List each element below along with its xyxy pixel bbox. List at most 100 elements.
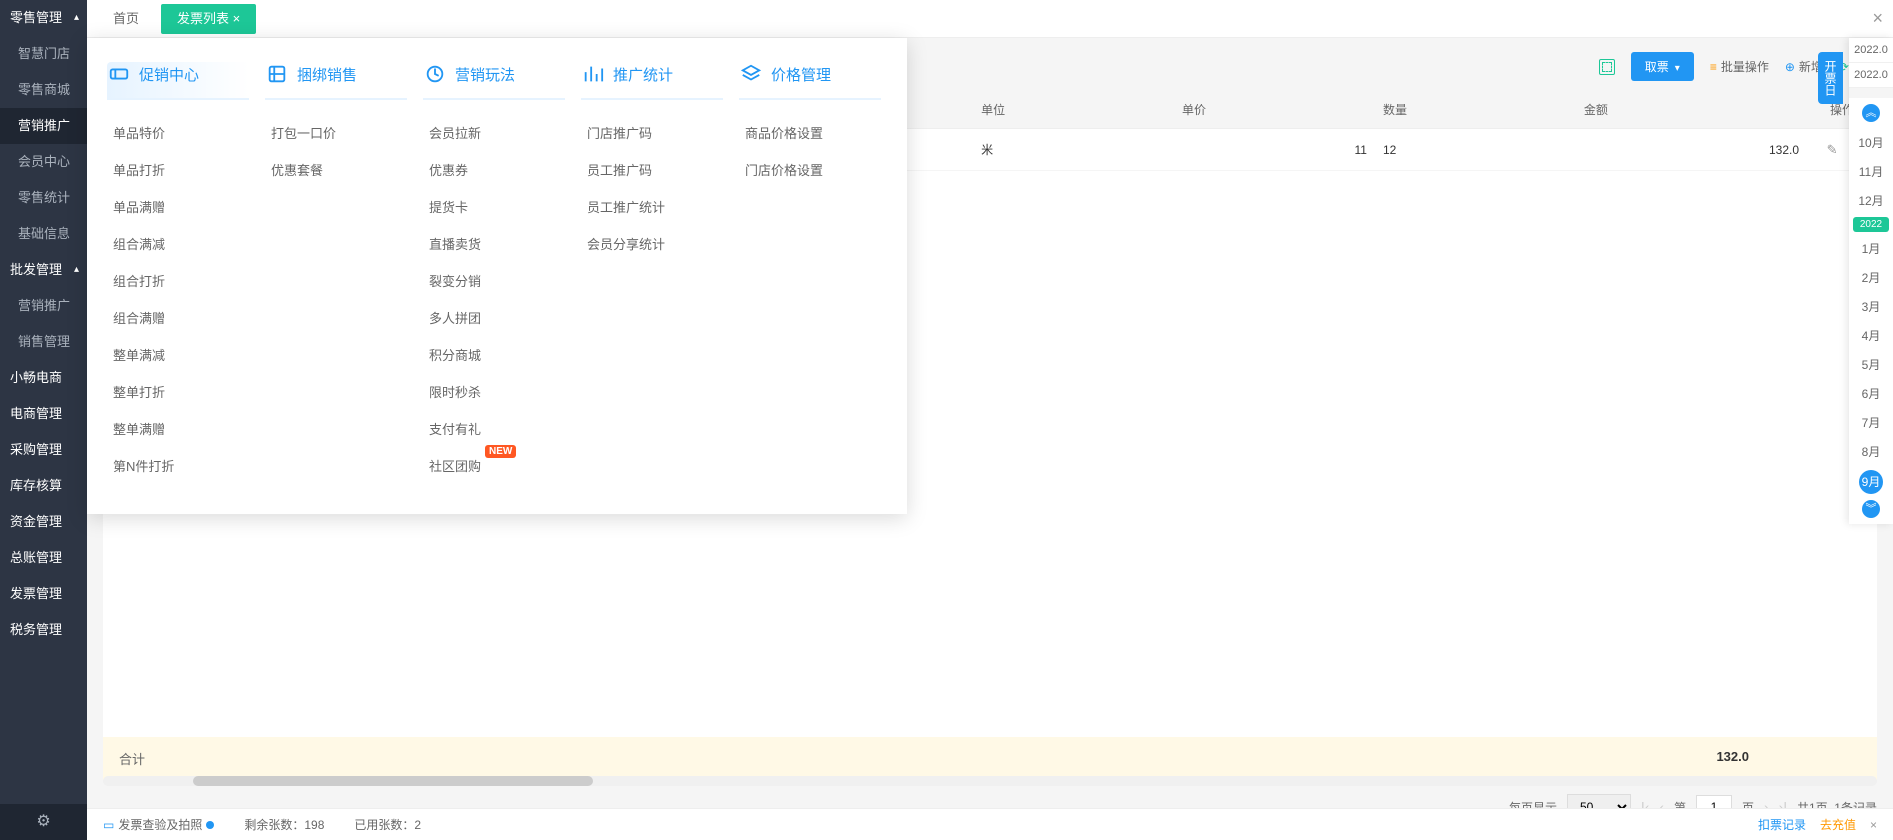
mega-item[interactable]: 组合满赠 xyxy=(107,299,265,336)
date-top-1[interactable]: 2022.0 xyxy=(1849,63,1893,88)
used-info: 已用张数：2 xyxy=(354,816,421,833)
col-price: 单价 xyxy=(1174,91,1375,129)
sidebar-item-member-center[interactable]: 会员中心 xyxy=(0,144,87,180)
mega-item[interactable]: 门店价格设置 xyxy=(739,151,897,188)
sidebar-item-basic-info[interactable]: 基础信息 xyxy=(0,216,87,252)
cell-price: 11 xyxy=(1174,129,1375,171)
month-6[interactable]: 6月 xyxy=(1849,379,1893,408)
month-4[interactable]: 4月 xyxy=(1849,321,1893,350)
mega-item[interactable]: 商品价格设置 xyxy=(739,114,897,151)
batch-button[interactable]: ≡批量操作 xyxy=(1710,58,1769,75)
mega-item[interactable]: 提货卡 xyxy=(423,188,581,225)
mega-item[interactable]: 裂变分销 xyxy=(423,262,581,299)
qr-icon[interactable] xyxy=(1599,59,1615,75)
deduct-log-link[interactable]: 扣票记录 xyxy=(1758,816,1806,833)
mega-item[interactable]: 直播卖货 xyxy=(423,225,581,262)
sidebar-group-inventory[interactable]: 库存核算 xyxy=(0,468,87,504)
mega-item[interactable]: 整单满赠 xyxy=(107,410,265,447)
mega-item[interactable]: 优惠券 xyxy=(423,151,581,188)
mega-item[interactable]: 整单满减 xyxy=(107,336,265,373)
mega-item[interactable]: 门店推广码 xyxy=(581,114,739,151)
sidebar-group-retail[interactable]: 零售管理▴ xyxy=(0,0,87,36)
scroll-down-icon[interactable]: ︾ xyxy=(1862,500,1880,518)
mega-menu: 促销中心 单品特价 单品打折 单品满赠 组合满减 组合打折 组合满赠 整单满减 … xyxy=(87,38,907,514)
mega-item[interactable]: 组合满减 xyxy=(107,225,265,262)
month-7[interactable]: 7月 xyxy=(1849,408,1893,437)
qupiao-button[interactable]: 取票▾ xyxy=(1631,52,1694,81)
date-top-0[interactable]: 2022.0 xyxy=(1849,38,1893,63)
campaign-icon xyxy=(423,62,447,86)
mega-item[interactable]: 第N件打折 xyxy=(107,447,265,484)
scroll-up-icon[interactable]: ︽ xyxy=(1862,104,1880,122)
month-1[interactable]: 1月 xyxy=(1849,234,1893,263)
settings-gear-icon[interactable]: ⚙ xyxy=(0,804,87,840)
sidebar-group-xiaochang[interactable]: 小畅电商 xyxy=(0,360,87,396)
mega-col-promo: 促销中心 单品特价 单品打折 单品满赠 组合满减 组合打折 组合满赠 整单满减 … xyxy=(107,62,265,484)
sidebar-group-tax[interactable]: 税务管理 xyxy=(0,612,87,648)
bundle-icon xyxy=(265,62,289,86)
summary-bar: 合计 132.0 xyxy=(103,737,1877,780)
mega-item[interactable]: 单品特价 xyxy=(107,114,265,151)
mega-item[interactable]: 会员拉新 xyxy=(423,114,581,151)
col-amount: 金额 xyxy=(1576,91,1807,129)
month-10[interactable]: 10月 xyxy=(1849,128,1893,157)
sidebar-group-purchase[interactable]: 采购管理 xyxy=(0,432,87,468)
mega-item[interactable]: 优惠套餐 xyxy=(265,151,423,188)
sidebar: 零售管理▴ 智慧门店 零售商城 营销推广 会员中心 零售统计 基础信息 批发管理… xyxy=(0,0,87,840)
mega-head-price[interactable]: 价格管理 xyxy=(739,62,881,100)
mega-head-campaign[interactable]: 营销玩法 xyxy=(423,62,565,100)
sidebar-group-invoice[interactable]: 发票管理 xyxy=(0,576,87,612)
invoice-date-button[interactable]: 开票日 xyxy=(1818,52,1843,104)
month-8[interactable]: 8月 xyxy=(1849,437,1893,466)
mega-item-community[interactable]: 社区团购NEW xyxy=(423,447,581,484)
mega-item[interactable]: 单品满赠 xyxy=(107,188,265,225)
mega-item[interactable]: 员工推广统计 xyxy=(581,188,739,225)
edit-icon[interactable]: ✎ xyxy=(1827,142,1838,157)
cell-amount: 132.0 xyxy=(1576,129,1807,171)
mega-head-stats[interactable]: 推广统计 xyxy=(581,62,723,100)
chevron-up-icon: ▴ xyxy=(74,0,79,36)
horizontal-scrollbar[interactable] xyxy=(103,776,1877,786)
sidebar-item-sales-mgmt[interactable]: 销售管理 xyxy=(0,324,87,360)
tab-invoice-list[interactable]: 发票列表 × xyxy=(161,4,256,34)
footer-bar: ▭发票查验及拍照 剩余张数：198 已用张数：2 扣票记录 去充值 × xyxy=(87,808,1893,840)
sidebar-group-wholesale[interactable]: 批发管理▴ xyxy=(0,252,87,288)
ticket-icon xyxy=(107,62,131,86)
sidebar-item-retail-mall[interactable]: 零售商城 xyxy=(0,72,87,108)
doc-icon: ▭ xyxy=(103,818,114,832)
mega-item[interactable]: 整单打折 xyxy=(107,373,265,410)
mega-item[interactable]: 打包一口价 xyxy=(265,114,423,151)
mega-head-promo[interactable]: 促销中心 xyxy=(107,62,249,100)
mega-col-price: 价格管理 商品价格设置 门店价格设置 xyxy=(739,62,897,484)
summary-label: 合计 xyxy=(119,749,199,768)
month-5[interactable]: 5月 xyxy=(1849,350,1893,379)
mega-item[interactable]: 单品打折 xyxy=(107,151,265,188)
invoice-check-link[interactable]: ▭发票查验及拍照 xyxy=(103,816,214,833)
recharge-link[interactable]: 去充值 xyxy=(1820,816,1856,833)
mega-item[interactable]: 限时秒杀 xyxy=(423,373,581,410)
mega-item[interactable]: 会员分享统计 xyxy=(581,225,739,262)
mega-head-bundle[interactable]: 捆绑销售 xyxy=(265,62,407,100)
mega-item[interactable]: 多人拼团 xyxy=(423,299,581,336)
month-11[interactable]: 11月 xyxy=(1849,157,1893,186)
sidebar-group-finance[interactable]: 资金管理 xyxy=(0,504,87,540)
month-2[interactable]: 2月 xyxy=(1849,263,1893,292)
close-icon[interactable]: × xyxy=(233,11,241,26)
sidebar-item-retail-stats[interactable]: 零售统计 xyxy=(0,180,87,216)
sidebar-item-wholesale-marketing[interactable]: 营销推广 xyxy=(0,288,87,324)
month-3[interactable]: 3月 xyxy=(1849,292,1893,321)
tab-home[interactable]: 首页 xyxy=(97,4,155,34)
close-all-tabs-icon[interactable]: × xyxy=(1872,8,1883,29)
sidebar-group-ecommerce[interactable]: 电商管理 xyxy=(0,396,87,432)
month-9-current[interactable]: 9月 xyxy=(1859,470,1883,494)
sidebar-item-marketing[interactable]: 营销推广 xyxy=(0,108,87,144)
sidebar-item-smart-store[interactable]: 智慧门店 xyxy=(0,36,87,72)
mega-item[interactable]: 支付有礼 xyxy=(423,410,581,447)
mega-item[interactable]: 组合打折 xyxy=(107,262,265,299)
scrollbar-thumb[interactable] xyxy=(193,776,593,786)
mega-item[interactable]: 积分商城 xyxy=(423,336,581,373)
mega-item[interactable]: 员工推广码 xyxy=(581,151,739,188)
month-12[interactable]: 12月 xyxy=(1849,186,1893,215)
footer-close-icon[interactable]: × xyxy=(1870,818,1877,832)
sidebar-group-ledger[interactable]: 总账管理 xyxy=(0,540,87,576)
